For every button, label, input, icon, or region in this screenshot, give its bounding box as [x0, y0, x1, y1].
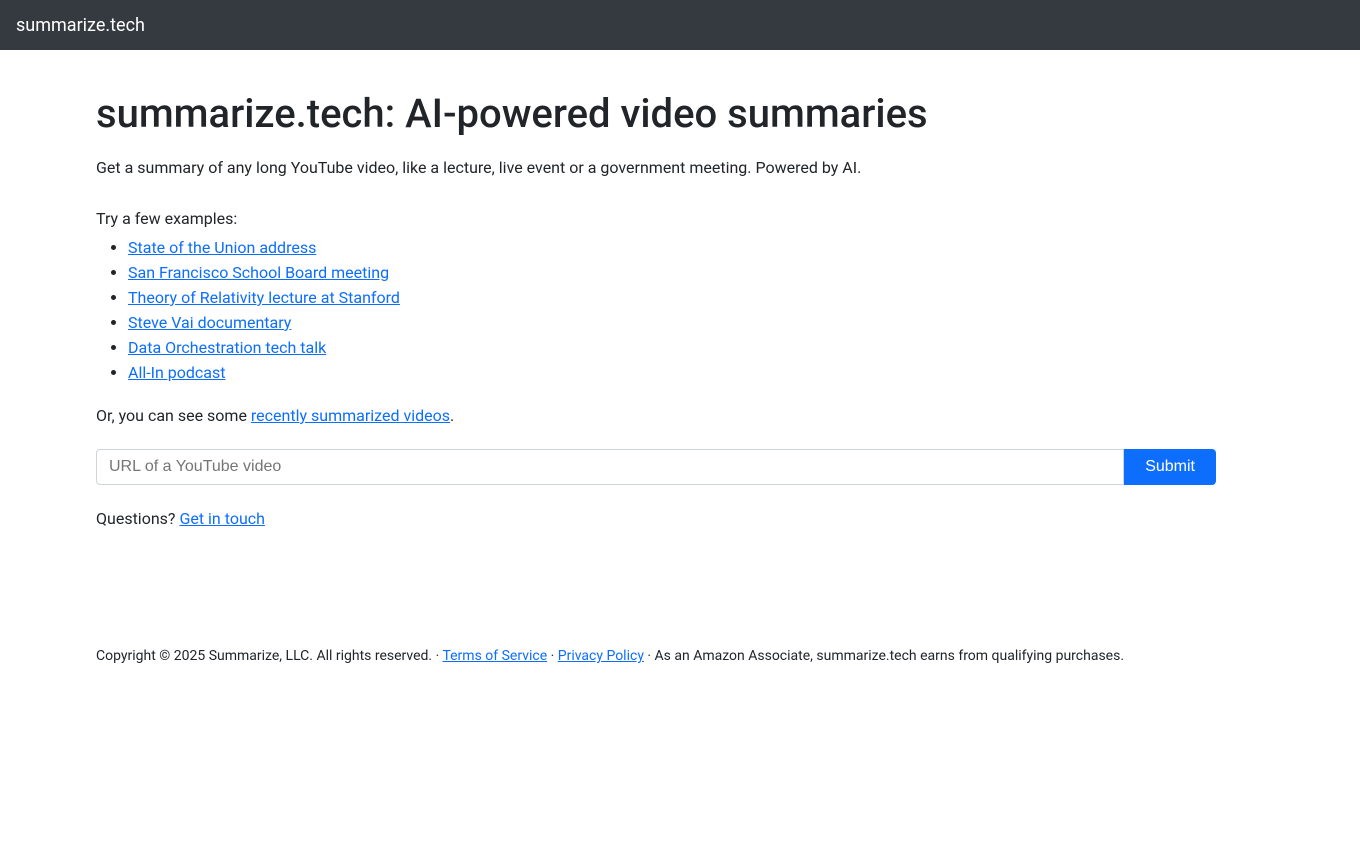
terms-link[interactable]: Terms of Service	[442, 648, 547, 664]
brand-logo[interactable]: summarize.tech	[16, 15, 145, 36]
or-text-before: Or, you can see some	[96, 406, 251, 425]
recently-summarized-link[interactable]: recently summarized videos	[251, 406, 450, 425]
submit-button[interactable]: Submit	[1124, 449, 1216, 485]
example-link-4[interactable]: Steve Vai documentary	[128, 313, 291, 332]
privacy-link[interactable]: Privacy Policy	[558, 648, 644, 664]
footer: Copyright © 2025 Summarize, LLC. All rig…	[80, 628, 1280, 684]
examples-label: Try a few examples:	[96, 209, 1264, 228]
list-item: State of the Union address	[128, 238, 1264, 257]
example-link-6[interactable]: All-In podcast	[128, 363, 226, 382]
url-input[interactable]	[96, 449, 1124, 485]
example-link-3[interactable]: Theory of Relativity lecture at Stanford	[128, 288, 400, 307]
copyright-text: Copyright © 2025 Summarize, LLC. All rig…	[96, 648, 442, 664]
page-title: summarize.tech: AI-powered video summari…	[96, 90, 1264, 138]
get-in-touch-link[interactable]: Get in touch	[179, 509, 265, 528]
footer-suffix: · As an Amazon Associate, summarize.tech…	[644, 648, 1124, 664]
list-item: Data Orchestration tech talk	[128, 338, 1264, 357]
questions-label: Questions?	[96, 509, 175, 528]
url-form: Submit	[96, 449, 1216, 485]
list-item: Theory of Relativity lecture at Stanford	[128, 288, 1264, 307]
subtitle-text: Get a summary of any long YouTube video,…	[96, 158, 1264, 177]
examples-list: State of the Union address San Francisco…	[96, 238, 1264, 382]
footer-separator-1: ·	[547, 648, 558, 664]
main-content: summarize.tech: AI-powered video summari…	[80, 50, 1280, 628]
list-item: Steve Vai documentary	[128, 313, 1264, 332]
example-link-2[interactable]: San Francisco School Board meeting	[128, 263, 389, 282]
example-link-1[interactable]: State of the Union address	[128, 238, 316, 257]
list-item: San Francisco School Board meeting	[128, 263, 1264, 282]
list-item: All-In podcast	[128, 363, 1264, 382]
questions-text: Questions? Get in touch	[96, 509, 1264, 528]
example-link-5[interactable]: Data Orchestration tech talk	[128, 338, 326, 357]
or-text-after: .	[450, 406, 454, 425]
site-header: summarize.tech	[0, 0, 1360, 50]
or-text: Or, you can see some recently summarized…	[96, 406, 1264, 425]
